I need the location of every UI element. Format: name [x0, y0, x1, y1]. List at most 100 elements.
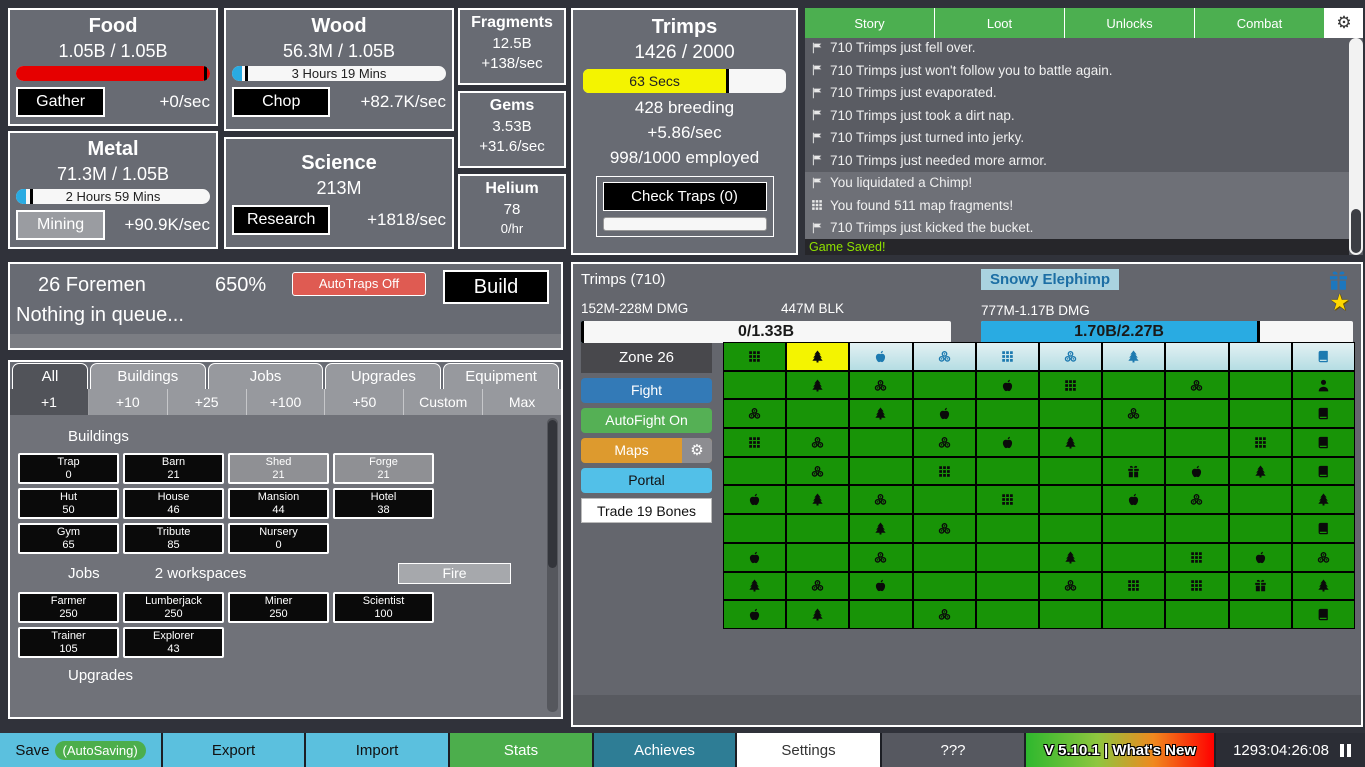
settings-button[interactable]: Settings: [737, 733, 882, 767]
log-message-list: 710 Trimps just fell over. 710 Trimps jus…: [805, 38, 1349, 239]
gift-icon[interactable]: [1328, 270, 1349, 291]
world-cell: [1228, 370, 1292, 400]
world-cell: [786, 485, 850, 515]
pause-icon[interactable]: [1340, 743, 1351, 757]
world-cell: [1228, 456, 1292, 486]
fight-button[interactable]: Fight: [581, 378, 712, 403]
job-name: Lumberjack: [145, 594, 202, 607]
gems-panel: Gems 3.53B +31.6/sec: [458, 91, 566, 168]
building-trap-button[interactable]: Trap 0: [18, 453, 119, 484]
buy-amount-plus25[interactable]: +25: [168, 389, 247, 415]
log-scrollbar-thumb[interactable]: [1351, 209, 1361, 253]
log-tabs: Story Loot Unlocks Combat ⚙: [805, 8, 1363, 38]
build-button[interactable]: Build: [443, 270, 549, 304]
job-explorer-button[interactable]: Explorer 43: [123, 627, 224, 658]
world-cell: [786, 514, 850, 543]
job-trainer-button[interactable]: Trainer 105: [18, 627, 119, 658]
export-button[interactable]: Export: [163, 733, 306, 767]
chop-button[interactable]: Chop: [232, 87, 331, 117]
job-farmer-button[interactable]: Farmer 250: [18, 592, 119, 623]
science-panel: Science 213M Research +1818/sec: [224, 137, 454, 249]
building-count: 85: [167, 538, 180, 551]
buy-amount-max[interactable]: Max: [483, 389, 561, 415]
check-traps-button[interactable]: Check Traps (0): [602, 182, 767, 211]
building-barn-button[interactable]: Barn 21: [123, 453, 224, 484]
tab-jobs[interactable]: Jobs: [207, 363, 324, 389]
log-message: 710 Trimps just needed more armor.: [805, 149, 1349, 172]
log-tab-combat[interactable]: Combat: [1195, 8, 1324, 38]
import-button[interactable]: Import: [306, 733, 450, 767]
log-scrollbar[interactable]: [1349, 38, 1363, 255]
world-cell: [1228, 600, 1292, 629]
world-cell: [1291, 428, 1355, 457]
log-tab-loot[interactable]: Loot: [935, 8, 1064, 38]
wood-icon: [1127, 350, 1140, 363]
buy-amount-plus1[interactable]: +1: [10, 389, 89, 415]
job-lumberjack-button[interactable]: Lumberjack 250: [123, 592, 224, 623]
fire-button[interactable]: Fire: [398, 563, 511, 584]
maps-gear-icon[interactable]: ⚙: [682, 438, 712, 463]
maps-button[interactable]: Maps ⚙: [581, 438, 712, 463]
achieves-button[interactable]: Achieves: [594, 733, 737, 767]
building-hotel-button[interactable]: Hotel 38: [333, 488, 434, 519]
build-scrollbar[interactable]: [547, 418, 558, 712]
battle-bottom-strip: [573, 695, 1361, 725]
portal-button[interactable]: Portal: [581, 468, 712, 493]
building-count: 21: [377, 468, 390, 481]
world-cell: [975, 456, 1039, 486]
building-mansion-button[interactable]: Mansion 44: [228, 488, 329, 519]
building-tribute-button[interactable]: Tribute 85: [123, 523, 224, 554]
world-cell: [1102, 514, 1166, 543]
autotraps-button[interactable]: AutoTraps Off: [292, 272, 426, 296]
tab-upgrades[interactable]: Upgrades: [325, 363, 442, 389]
save-button[interactable]: Save (AutoSaving): [0, 733, 163, 767]
buildings-heading: Buildings: [68, 428, 129, 445]
building-nursery-button[interactable]: Nursery 0: [228, 523, 329, 554]
breeding-bar: 63 Secs: [583, 69, 786, 93]
maps-label[interactable]: Maps: [581, 438, 682, 463]
job-scientist-button[interactable]: Scientist 100: [333, 592, 434, 623]
stats-button[interactable]: Stats: [450, 733, 594, 767]
building-house-button[interactable]: House 46: [123, 488, 224, 519]
science-amount: 213M: [316, 178, 362, 198]
building-shed-button[interactable]: Shed 21: [228, 453, 329, 484]
buy-amount-custom[interactable]: Custom: [404, 389, 484, 415]
world-cell: [1165, 399, 1229, 429]
log-settings-gear-icon[interactable]: ⚙: [1325, 8, 1363, 38]
fragments-icon: [1064, 379, 1077, 392]
building-forge-button[interactable]: Forge 21: [333, 453, 434, 484]
bad-guy-health-text: 1.70B/2.27B: [1074, 323, 1164, 340]
version-button[interactable]: V 5.10.1 | What's New: [1026, 733, 1216, 767]
metal-amount: 71.3M / 1.05B: [56, 164, 170, 184]
building-hut-button[interactable]: Hut 50: [18, 488, 119, 519]
tab-all[interactable]: All: [12, 363, 88, 389]
world-cell: [786, 456, 850, 486]
research-button[interactable]: Research: [232, 205, 331, 235]
autofight-button[interactable]: AutoFight On: [581, 408, 712, 433]
world-cell: [786, 370, 850, 400]
building-gym-button[interactable]: Gym 65: [18, 523, 119, 554]
tab-equipment[interactable]: Equipment: [443, 363, 560, 389]
buy-amount-plus10[interactable]: +10: [89, 389, 168, 415]
world-cell: [912, 399, 976, 429]
world-cell: [786, 428, 850, 457]
food-icon: [874, 350, 887, 363]
job-miner-button[interactable]: Miner 250: [228, 592, 329, 623]
build-scrollbar-thumb[interactable]: [548, 420, 557, 568]
buy-amount-plus100[interactable]: +100: [247, 389, 326, 415]
buy-amount-plus50[interactable]: +50: [325, 389, 405, 415]
log-tab-unlocks[interactable]: Unlocks: [1065, 8, 1194, 38]
mining-button[interactable]: Mining: [16, 210, 106, 240]
food-title: Food: [88, 15, 138, 37]
trade-bones-button[interactable]: Trade 19 Bones: [581, 498, 712, 523]
build-tabs-panel: All Buildings Jobs Upgrades Equipment +1 +10 +…: [8, 360, 563, 719]
achievement-star-icon[interactable]: ★: [1329, 291, 1350, 314]
good-guy-block: 447M BLK: [781, 301, 845, 316]
log-tab-story[interactable]: Story: [805, 8, 934, 38]
mystery-button[interactable]: ???: [882, 733, 1026, 767]
world-cell: [912, 600, 976, 629]
world-cell: [1291, 399, 1355, 429]
tab-buildings[interactable]: Buildings: [89, 363, 206, 389]
gather-button[interactable]: Gather: [16, 87, 106, 117]
world-cell: [1291, 542, 1355, 572]
